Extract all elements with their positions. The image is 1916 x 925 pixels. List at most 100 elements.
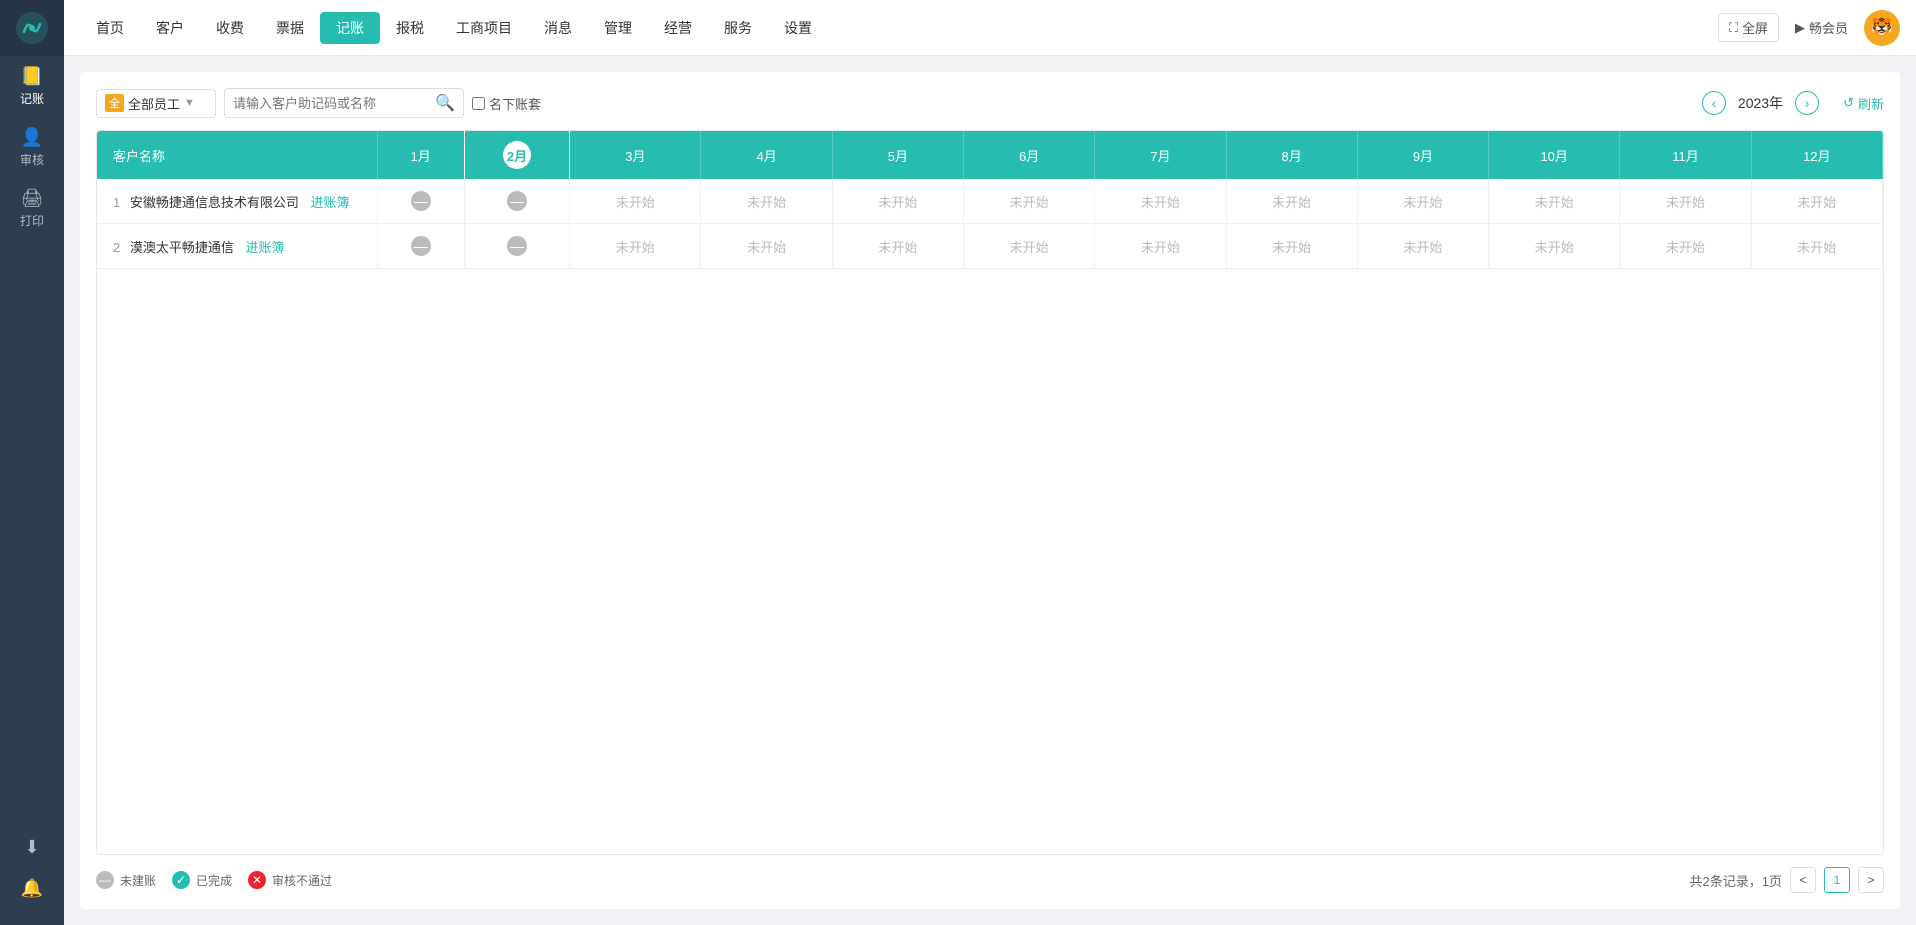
col-jul: 7月 [1095, 131, 1226, 179]
client-name: 安徽畅捷通信息技术有限公司 [130, 195, 299, 210]
not-started-label: 未开始 [1141, 240, 1180, 255]
year-prev-button[interactable]: ‹ [1702, 91, 1726, 115]
legend-not-built: — 未建账 [96, 871, 156, 889]
enter-ledger-link[interactable]: 进账簿 [311, 195, 350, 210]
client-name: 漠澳太平畅捷通信 [130, 240, 234, 255]
checkbox-label[interactable]: 名下账套 [472, 94, 541, 113]
col-may: 5月 [832, 131, 963, 179]
col-dec: 12月 [1751, 131, 1882, 179]
month-cell-11: 未开始 [1620, 224, 1751, 269]
not-started-label: 未开始 [747, 240, 786, 255]
refresh-button[interactable]: ↺ 刷新 [1843, 94, 1884, 113]
page-prev-button[interactable]: < [1790, 867, 1816, 893]
legend-completed: ✓ 已完成 [172, 871, 232, 889]
nav-bizitem[interactable]: 工商项目 [440, 12, 528, 44]
col-jun: 6月 [964, 131, 1095, 179]
search-icon[interactable]: 🔍 [435, 93, 455, 113]
under-account-checkbox[interactable] [472, 97, 485, 110]
legend-dot-teal: ✓ [172, 871, 190, 889]
month-cell-3: 未开始 [570, 179, 701, 224]
not-started-label: 未开始 [1272, 240, 1311, 255]
dash-icon: — [411, 236, 431, 256]
page-next-button[interactable]: > [1858, 867, 1884, 893]
month-cell-4: 未开始 [701, 224, 832, 269]
fullscreen-icon: ⛶ [1729, 20, 1738, 36]
month-cell-6: 未开始 [964, 179, 1095, 224]
notification-icon: 🔔 [21, 878, 43, 899]
nav-operation[interactable]: 经营 [648, 12, 708, 44]
content-card: 全 全部员工 ▼ 🔍 名下账套 ‹ 2023年 › [80, 72, 1900, 909]
fullscreen-button[interactable]: ⛶ 全屏 [1718, 13, 1779, 42]
year-next-button[interactable]: › [1795, 91, 1819, 115]
search-field[interactable] [233, 96, 431, 111]
month-cell-6: 未开始 [964, 224, 1095, 269]
col-aug: 8月 [1226, 131, 1357, 179]
client-name-cell: 2 漠澳太平畅捷通信 进账簿 [97, 224, 377, 269]
col-mar: 3月 [570, 131, 701, 179]
logo [0, 0, 64, 56]
main-area: 首页 客户 收费 票据 记账 报税 工商项目 消息 管理 经营 服务 设置 ⛶ … [64, 0, 1916, 925]
dash-icon: — [507, 236, 527, 256]
nav-message[interactable]: 消息 [528, 12, 588, 44]
row-index: 1 [113, 195, 120, 210]
employee-tag: 全 [105, 94, 124, 112]
ledger-icon: 📒 [21, 66, 43, 87]
sidebar-item-download[interactable]: ⬇ [0, 827, 64, 868]
month-cell-1: — [377, 224, 464, 269]
nav-fee[interactable]: 收费 [200, 12, 260, 44]
legend-dot-gray: — [96, 871, 114, 889]
not-started-label: 未开始 [878, 240, 917, 255]
year-nav: ‹ 2023年 › [1702, 91, 1819, 115]
not-started-label: 未开始 [1797, 240, 1836, 255]
toolbar: 全 全部员工 ▼ 🔍 名下账套 ‹ 2023年 › [96, 88, 1884, 118]
nav-settings[interactable]: 设置 [768, 12, 828, 44]
not-started-label: 未开始 [1666, 195, 1705, 210]
col-client-name: 客户名称 [97, 131, 377, 179]
not-started-label: 未开始 [1403, 195, 1442, 210]
sidebar-item-ledger[interactable]: 📒 记账 [0, 56, 64, 117]
content: 全 全部员工 ▼ 🔍 名下账套 ‹ 2023年 › [64, 56, 1916, 925]
dash-icon: — [411, 191, 431, 211]
sidebar-item-notification[interactable]: 🔔 [0, 868, 64, 909]
not-started-label: 未开始 [1141, 195, 1180, 210]
avatar[interactable]: 🐯 [1864, 10, 1900, 46]
not-started-label: 未开始 [747, 195, 786, 210]
nav-service[interactable]: 服务 [708, 12, 768, 44]
table-header-row: 客户名称 1月 2月 3月 4月 5月 6月 7月 8月 9月 10月 11月 [97, 131, 1883, 179]
client-name-cell: 1 安徽畅捷通信息技术有限公司 进账簿 [97, 179, 377, 224]
legend-dot-red: ✕ [248, 871, 266, 889]
pagination: 共2条记录，1页 < 1 > [1690, 867, 1884, 893]
sidebar-item-audit[interactable]: 👤 审核 [0, 117, 64, 178]
chevron-down-icon: ▼ [184, 97, 195, 109]
nav-client[interactable]: 客户 [140, 12, 200, 44]
vip-icon: ▶ [1795, 20, 1805, 36]
vip-button[interactable]: ▶ 畅会员 [1795, 18, 1848, 37]
row-index: 2 [113, 240, 120, 255]
not-started-label: 未开始 [1010, 240, 1049, 255]
year-label: 2023年 [1738, 93, 1783, 113]
not-started-label: 未开始 [616, 195, 655, 210]
month-cell-9: 未开始 [1357, 179, 1488, 224]
nav-invoice[interactable]: 票据 [260, 12, 320, 44]
print-icon: 🖨 [21, 188, 44, 209]
employee-select-wrapper[interactable]: 全 全部员工 ▼ [96, 89, 216, 118]
nav-right: ⛶ 全屏 ▶ 畅会员 🐯 [1718, 10, 1900, 46]
month-cell-12: 未开始 [1751, 224, 1882, 269]
nav-tax[interactable]: 报税 [380, 12, 440, 44]
col-oct: 10月 [1489, 131, 1620, 179]
nav-home[interactable]: 首页 [80, 12, 140, 44]
month-cell-8: 未开始 [1226, 179, 1357, 224]
sidebar-item-print[interactable]: 🖨 打印 [0, 178, 64, 239]
col-jan: 1月 [377, 131, 464, 179]
month-cell-9: 未开始 [1357, 224, 1488, 269]
month-cell-4: 未开始 [701, 179, 832, 224]
not-started-label: 未开始 [1403, 240, 1442, 255]
footer: — 未建账 ✓ 已完成 ✕ 审核不通过 共2条记录，1页 < 1 > [96, 867, 1884, 893]
page-current[interactable]: 1 [1824, 867, 1850, 893]
nav-ledger[interactable]: 记账 [320, 12, 380, 44]
month-cell-7: 未开始 [1095, 179, 1226, 224]
search-input-wrapper: 🔍 [224, 88, 464, 118]
nav-items: 首页 客户 收费 票据 记账 报税 工商项目 消息 管理 经营 服务 设置 [80, 12, 1718, 44]
nav-manage[interactable]: 管理 [588, 12, 648, 44]
enter-ledger-link[interactable]: 进账簿 [246, 240, 285, 255]
